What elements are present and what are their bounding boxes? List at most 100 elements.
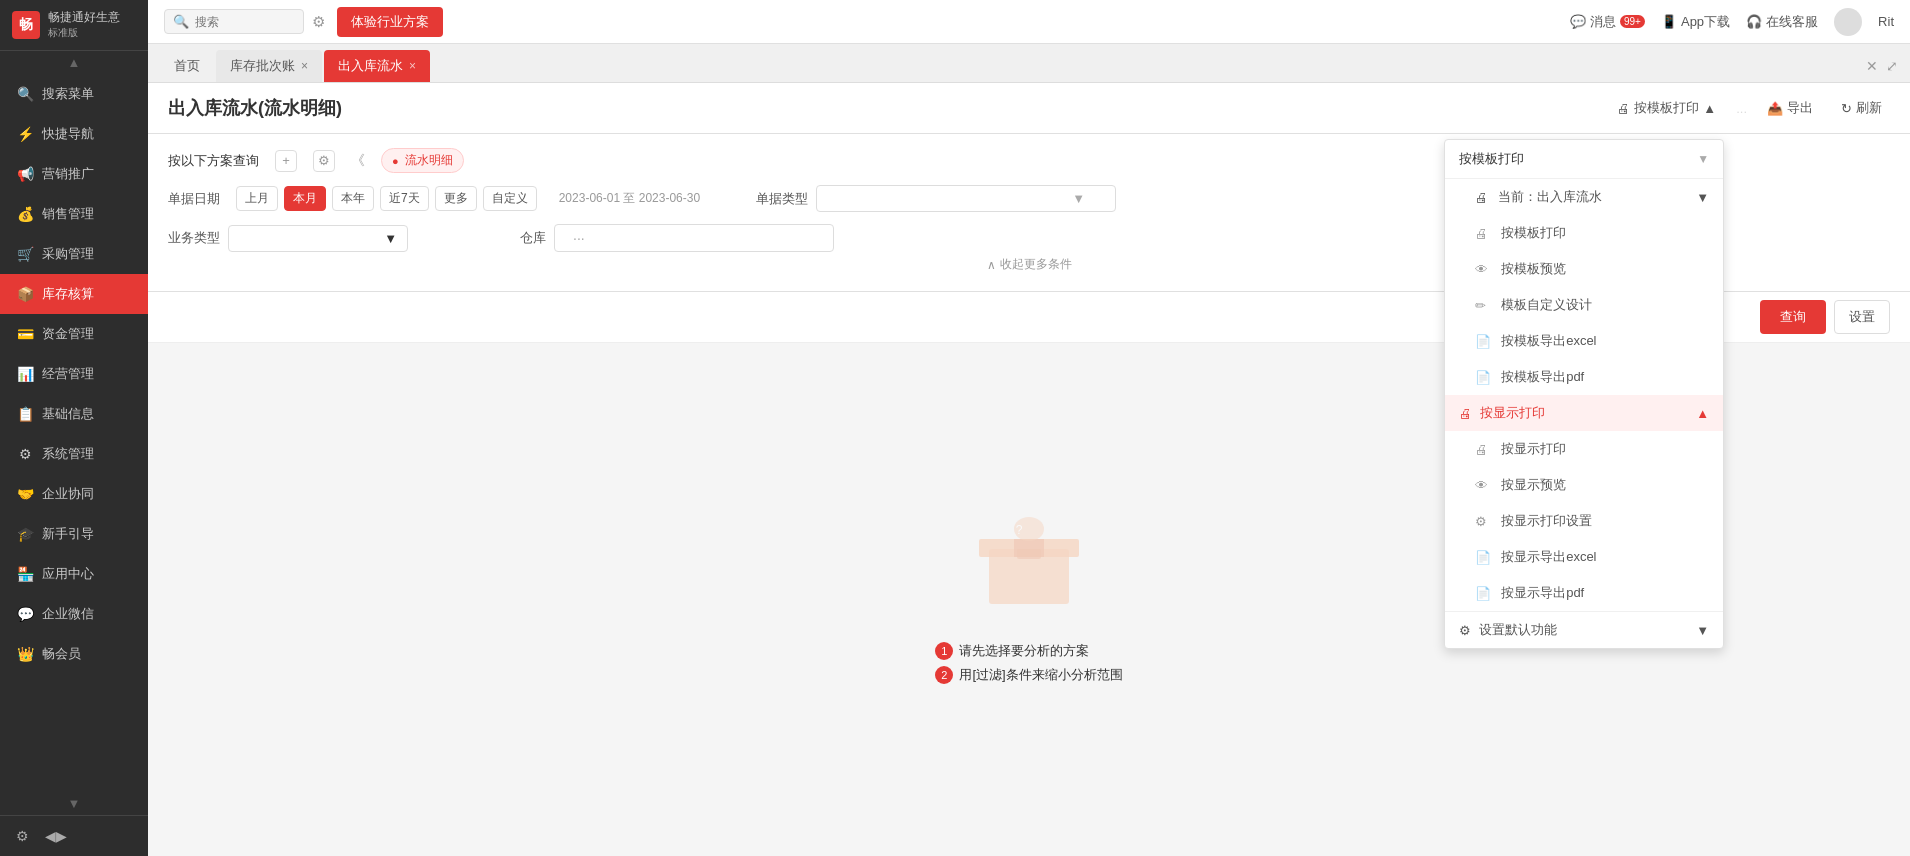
phone-icon: 📱: [1661, 14, 1677, 29]
doc-type-select[interactable]: ▼: [816, 185, 1116, 212]
date-btn-current_month[interactable]: 本月: [284, 186, 326, 211]
display-settings-btn[interactable]: 设置: [1834, 300, 1890, 334]
sidebar-item-purchase[interactable]: 🛒采购管理: [0, 234, 148, 274]
tab-flow-label: 出入库流水: [338, 57, 403, 75]
collapse-conditions-btn[interactable]: ∧ 收起更多条件: [987, 256, 1072, 273]
query-btn[interactable]: 查询: [1760, 300, 1826, 334]
sidebar-item-wechat[interactable]: 💬企业微信: [0, 594, 148, 634]
set-default-label: 设置默认功能: [1479, 621, 1557, 639]
topbar-search-box[interactable]: 🔍: [164, 9, 304, 34]
business-type-arrow: ▼: [384, 231, 397, 246]
sidebar-item-system[interactable]: ⚙系统管理: [0, 434, 148, 474]
member-icon: 👑: [16, 646, 34, 662]
message-icon: 💬: [1570, 14, 1586, 29]
date-btn-custom[interactable]: 自定义: [483, 186, 537, 211]
message-label: 消息: [1590, 13, 1616, 31]
date-btn-last_month[interactable]: 上月: [236, 186, 278, 211]
display-print-section-header[interactable]: 🖨 按显示打印 ▲: [1445, 395, 1723, 431]
warehouse-label: 仓库: [520, 229, 546, 247]
sidebar-item-label-appstore: 应用中心: [42, 565, 94, 583]
empty-tip-1: 1 请先选择要分析的方案: [935, 642, 1122, 660]
dropdown-item-template_pdf[interactable]: 📄按模板导出pdf: [1445, 359, 1723, 395]
dropdown-item-template_preview[interactable]: 👁按模板预览: [1445, 251, 1723, 287]
sidebar-item-basic[interactable]: 📋基础信息: [0, 394, 148, 434]
industry-btn[interactable]: 体验行业方案: [337, 7, 443, 37]
sidebar-item-operations[interactable]: 📊经营管理: [0, 354, 148, 394]
warehouse-select[interactable]: ···: [554, 224, 834, 252]
expand-window-icon[interactable]: ⤢: [1886, 58, 1898, 74]
sidebar-item-search[interactable]: 🔍搜索菜单: [0, 74, 148, 114]
empty-illustration: ?: [969, 509, 1089, 630]
template_print-icon: 🖨: [1475, 226, 1491, 241]
template-items: 🖨按模板打印👁按模板预览✏模板自定义设计📄按模板导出excel📄按模板导出pdf: [1445, 215, 1723, 395]
topbar-right: 💬 消息 99+ 📱 App下载 🎧 在线客服 Rit: [1570, 8, 1894, 36]
dropdown-footer[interactable]: ⚙ 设置默认功能 ▼: [1445, 611, 1723, 648]
system-icon: ⚙: [16, 446, 34, 462]
sidebar-item-appstore[interactable]: 🏪应用中心: [0, 554, 148, 594]
topbar-message[interactable]: 💬 消息 99+: [1570, 13, 1645, 31]
page-title: 出入库流水(流水明细): [168, 96, 342, 120]
export-btn[interactable]: 📤 导出: [1759, 95, 1821, 121]
svg-text:?: ?: [1016, 523, 1023, 537]
sidebar-logo: 畅 畅捷通好生意 标准版: [0, 0, 148, 51]
tab-flow-close[interactable]: ×: [409, 59, 416, 73]
business-type-select[interactable]: ▼: [228, 225, 408, 252]
sidebar-item-inventory[interactable]: 📦库存核算: [0, 274, 148, 314]
tab-flow[interactable]: 出入库流水 ×: [324, 50, 430, 82]
sidebar-bottom: ⚙ ◀▶: [0, 815, 148, 856]
dropdown-item-display_pdf[interactable]: 📄按显示导出pdf: [1445, 575, 1723, 611]
sidebar-item-shortcut[interactable]: ⚡快捷导航: [0, 114, 148, 154]
dropdown-item-template_excel[interactable]: 📄按模板导出excel: [1445, 323, 1723, 359]
tab-batch[interactable]: 库存批次账 ×: [216, 50, 322, 82]
sidebar-scroll-up[interactable]: ▲: [0, 51, 148, 74]
topbar-gear-icon[interactable]: ⚙: [312, 13, 325, 31]
sidebar-item-marketing[interactable]: 📢营销推广: [0, 154, 148, 194]
display_excel-icon: 📄: [1475, 550, 1491, 565]
template_pdf-icon: 📄: [1475, 370, 1491, 385]
search-input[interactable]: [195, 15, 285, 29]
tab-window-controls: ✕ ⤢: [1866, 58, 1898, 74]
filter-add-btn[interactable]: +: [275, 150, 297, 172]
filter-collapse-btn[interactable]: 《: [351, 152, 365, 170]
dropdown-item-display_print[interactable]: 🖨按显示打印: [1445, 431, 1723, 467]
dropdown-current-item[interactable]: 🖨 当前：出入库流水 ▼: [1445, 179, 1723, 215]
close-window-icon[interactable]: ✕: [1866, 58, 1878, 74]
date-btn-current_year[interactable]: 本年: [332, 186, 374, 211]
sidebar-scroll-down[interactable]: ▼: [0, 792, 148, 815]
refresh-btn[interactable]: ↻ 刷新: [1833, 95, 1890, 121]
sidebar-item-guide[interactable]: 🎓新手引导: [0, 514, 148, 554]
filter-tag-label: 流水明细: [405, 152, 453, 169]
dropdown-item-display_settings[interactable]: ⚙按显示打印设置: [1445, 503, 1723, 539]
dropdown-item-template_design[interactable]: ✏模板自定义设计: [1445, 287, 1723, 323]
sidebar-collapse-icon[interactable]: ◀▶: [45, 828, 67, 844]
topbar-app-download[interactable]: 📱 App下载: [1661, 13, 1730, 31]
sidebar-item-collab[interactable]: 🤝企业协同: [0, 474, 148, 514]
date-btn-last7[interactable]: 近7天: [380, 186, 429, 211]
sidebar-settings-icon[interactable]: ⚙: [16, 828, 29, 844]
print-dropdown-arrow: ▲: [1703, 101, 1716, 116]
filter-settings-btn[interactable]: ⚙: [313, 150, 335, 172]
user-avatar[interactable]: [1834, 8, 1862, 36]
dropdown-item-display_excel[interactable]: 📄按显示导出excel: [1445, 539, 1723, 575]
dropdown-close-btn[interactable]: ▼: [1697, 152, 1709, 166]
tab-home[interactable]: 首页: [160, 50, 214, 82]
sidebar-item-sales[interactable]: 💰销售管理: [0, 194, 148, 234]
tab-batch-close[interactable]: ×: [301, 59, 308, 73]
marketing-icon: 📢: [16, 166, 34, 182]
username[interactable]: Rit: [1878, 14, 1894, 29]
sidebar-item-member[interactable]: 👑畅会员: [0, 634, 148, 674]
sidebar-item-finance[interactable]: 💳资金管理: [0, 314, 148, 354]
logo-icon: 畅: [12, 11, 40, 39]
display_preview-icon: 👁: [1475, 478, 1491, 493]
dropdown-item-display_preview[interactable]: 👁按显示预览: [1445, 467, 1723, 503]
date-btn-more[interactable]: 更多: [435, 186, 477, 211]
topbar-online-service[interactable]: 🎧 在线客服: [1746, 13, 1818, 31]
finance-icon: 💳: [16, 326, 34, 342]
dropdown-item-template_print[interactable]: 🖨按模板打印: [1445, 215, 1723, 251]
doc-type-arrow: ▼: [1072, 191, 1085, 206]
print-template-btn[interactable]: 🖨 按模板打印 ▲: [1609, 95, 1724, 121]
headset-icon: 🎧: [1746, 14, 1762, 29]
main-content: 🔍 ⚙ 体验行业方案 💬 消息 99+ 📱 App下载 🎧 在线客服 Rit: [148, 0, 1910, 856]
wechat-icon: 💬: [16, 606, 34, 622]
warehouse-more[interactable]: ···: [573, 230, 585, 246]
